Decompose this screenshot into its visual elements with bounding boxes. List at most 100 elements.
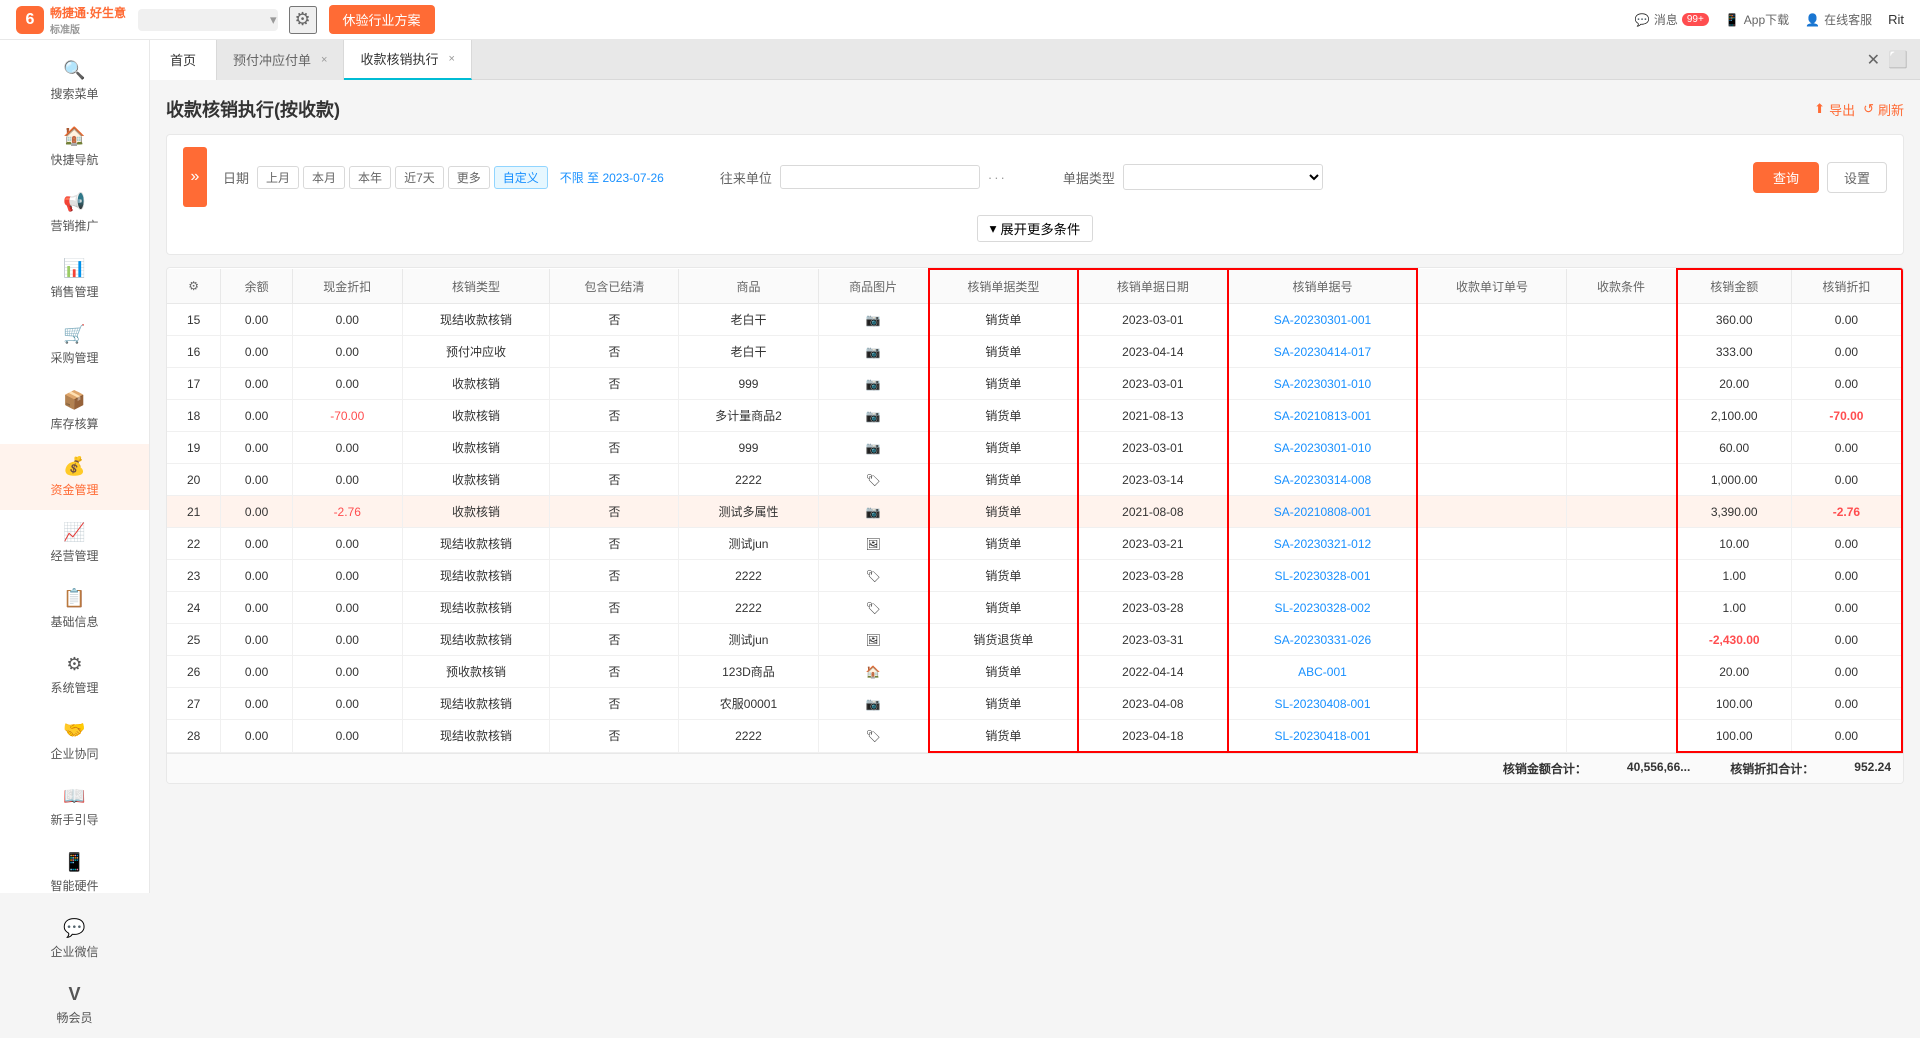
cell-condition [1566,624,1677,656]
export-button[interactable]: ⬆ 导出 [1814,100,1855,119]
refresh-button[interactable]: ↺ 刷新 [1863,100,1904,119]
cell-amount: 3,390.00 [1677,496,1792,528]
cell-goods: 2222 [679,720,818,753]
bill-no-link[interactable]: SA-20230301-001 [1274,313,1371,327]
online-service-area[interactable]: 👤 在线客服 [1805,11,1872,28]
gear-button[interactable]: ⚙ [289,6,317,34]
bill-no-link[interactable]: SA-20210808-001 [1274,505,1371,519]
table-row: 26 0.00 0.00 预收款核销 否 123D商品 🏠 销货单 2022-0… [167,656,1902,688]
cell-amount: 1.00 [1677,560,1792,592]
col-settings[interactable]: ⚙ [167,269,221,304]
tab-prepayment[interactable]: 预付冲应付单 × [217,40,344,80]
expand-conditions-button[interactable]: ▾ 展开更多条件 [977,215,1094,242]
sidebar-label-quicknav: 快捷导航 [50,151,98,168]
message-icon: 💬 [1635,13,1650,27]
cell-balance: 0.00 [221,496,293,528]
cell-order-no [1417,464,1566,496]
date-more-btn[interactable]: 更多 [448,166,490,189]
tab-close-all-button[interactable]: ✕ [1867,50,1880,70]
cell-condition [1566,656,1677,688]
collapse-button[interactable]: » [183,147,207,207]
query-button[interactable]: 查询 [1753,162,1819,193]
page-title: 收款核销执行(按收款) [166,96,340,122]
cell-discount: -70.00 [292,400,402,432]
bill-no-link[interactable]: SL-20230328-001 [1274,569,1370,583]
partner-input[interactable] [780,165,980,189]
refresh-icon: ↺ [1863,101,1874,117]
tab-collection-close[interactable]: × [448,53,454,65]
cell-amount: 333.00 [1677,336,1792,368]
sidebar-item-marketing[interactable]: 📢 营销推广 [0,180,149,246]
date-this-year-btn[interactable]: 本年 [349,166,391,189]
col-write-off-discount: 核销折扣 [1791,269,1902,304]
bill-no-link[interactable]: SL-20230408-001 [1274,697,1370,711]
sidebar-item-vip[interactable]: V 畅会员 [0,972,149,1038]
settings-button[interactable]: 设置 [1827,162,1887,193]
tab-prepayment-close[interactable]: × [321,54,327,66]
cell-condition [1566,304,1677,336]
cell-settled: 否 [550,624,679,656]
date-last-month-btn[interactable]: 上月 [257,166,299,189]
cell-num: 28 [167,720,221,753]
sidebar-item-inventory[interactable]: 📦 库存核算 [0,378,149,444]
cell-num: 20 [167,464,221,496]
bill-no-link[interactable]: SA-20230321-012 [1274,537,1371,551]
bill-type-select[interactable] [1123,164,1323,190]
tab-maximize-button[interactable]: ⬜ [1888,50,1908,70]
tab-home[interactable]: 首页 [150,40,217,80]
sidebar-label-funds: 资金管理 [50,481,98,498]
bill-no-link[interactable]: SA-20230301-010 [1274,377,1371,391]
sidebar-item-sales[interactable]: 📊 销售管理 [0,246,149,312]
sidebar-item-guide[interactable]: 📖 新手引导 [0,774,149,840]
cell-balance: 0.00 [221,400,293,432]
inventory-icon: 📦 [63,390,85,411]
sidebar-item-hardware[interactable]: 📱 智能硬件 [0,840,149,906]
message-area[interactable]: 💬 消息 99+ [1635,11,1709,28]
page-actions: ⬆ 导出 ↺ 刷新 [1814,100,1904,119]
cell-balance: 0.00 [221,368,293,400]
cell-type: 现结收款核销 [402,304,550,336]
tab-collection[interactable]: 收款核销执行 × [344,40,471,80]
bill-no-link[interactable]: ABC-001 [1298,665,1347,679]
industry-solution-button[interactable]: 休验行业方案 [329,5,435,34]
cell-type: 收款核销 [402,400,550,432]
cell-bill-no: SL-20230418-001 [1228,720,1418,753]
sidebar-item-system[interactable]: ⚙ 系统管理 [0,642,149,708]
date-this-month-btn[interactable]: 本月 [303,166,345,189]
cell-settled: 否 [550,400,679,432]
date-7days-btn[interactable]: 近7天 [395,166,444,189]
sidebar-item-basicinfo[interactable]: 📋 基础信息 [0,576,149,642]
app-download-area[interactable]: 📱 App下载 [1725,11,1789,28]
bill-no-link[interactable]: SA-20210813-001 [1274,409,1371,423]
sidebar-item-operations[interactable]: 📈 经营管理 [0,510,149,576]
page-header: 收款核销执行(按收款) ⬆ 导出 ↺ 刷新 [166,96,1904,122]
bill-no-link[interactable]: SL-20230328-002 [1274,601,1370,615]
cell-order-no [1417,560,1566,592]
bill-no-link[interactable]: SA-20230314-008 [1274,473,1371,487]
date-custom-btn[interactable]: 自定义 [494,166,548,189]
sidebar-label-guide: 新手引导 [50,811,98,828]
cell-num: 24 [167,592,221,624]
bill-no-link[interactable]: SA-20230331-026 [1274,633,1371,647]
bill-no-link[interactable]: SA-20230301-010 [1274,441,1371,455]
cell-write-off-discount: 0.00 [1791,336,1902,368]
cell-write-off-discount: 0.00 [1791,528,1902,560]
tab-bar: 首页 预付冲应付单 × 收款核销执行 × ✕ ⬜ [150,40,1920,80]
sidebar-item-funds[interactable]: 💰 资金管理 [0,444,149,510]
top-search-input[interactable] [138,9,278,31]
bill-no-link[interactable]: SA-20230414-017 [1274,345,1371,359]
cell-num: 16 [167,336,221,368]
cell-num: 25 [167,624,221,656]
sidebar-item-search[interactable]: 🔍 搜索菜单 [0,48,149,114]
collab-icon: 🤝 [63,720,85,741]
sidebar-item-purchase[interactable]: 🛒 采购管理 [0,312,149,378]
dropdown-arrow-icon: ▾ [270,12,277,28]
user-name[interactable]: Rit [1888,12,1904,27]
sidebar-item-collab[interactable]: 🤝 企业协同 [0,708,149,774]
footer-amount-label: 核销金额合计： [1503,760,1587,777]
sidebar-item-quicknav[interactable]: 🏠 快捷导航 [0,114,149,180]
cell-condition [1566,688,1677,720]
bill-no-link[interactable]: SL-20230418-001 [1274,729,1370,743]
cell-goods: 测试jun [679,624,818,656]
sidebar-item-wechat[interactable]: 💬 企业微信 [0,906,149,972]
